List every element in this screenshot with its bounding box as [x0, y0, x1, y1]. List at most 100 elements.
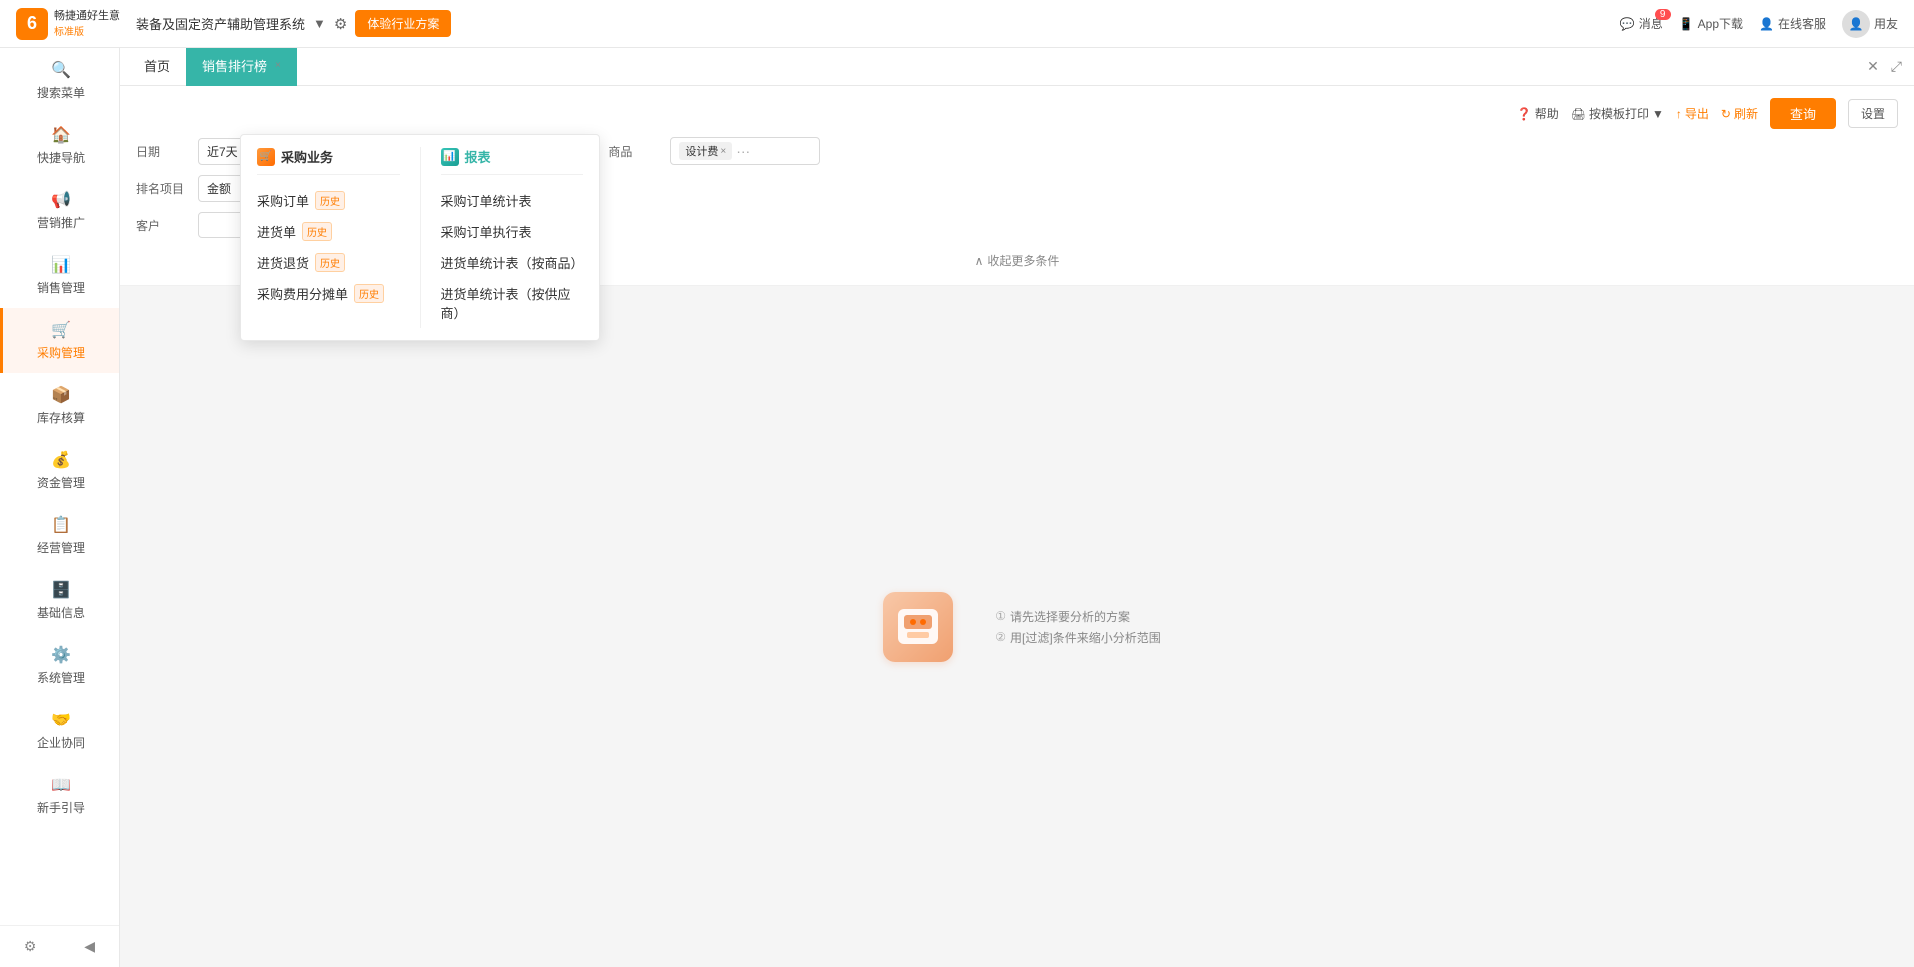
print-icon: 🖨: [1571, 107, 1586, 121]
sidebar-item-purchase[interactable]: 🛒 采购管理: [0, 308, 119, 373]
query-button[interactable]: 查询: [1770, 98, 1836, 129]
service-icon: 👤: [1759, 17, 1774, 31]
sidebar-collapse-btn[interactable]: ◀: [84, 938, 95, 955]
rank-item-label: 排名项目: [136, 180, 186, 197]
sidebar-item-inventory[interactable]: 📦 库存核算: [0, 373, 119, 438]
sidebar-item-marketing[interactable]: 📢 营销推广: [0, 178, 119, 243]
purchase-order-label: 采购订单: [257, 191, 309, 210]
goods-receipt-history-tag: 历史: [302, 222, 332, 241]
logo-icon: 6: [16, 8, 48, 40]
app-icon: 📱: [1679, 17, 1694, 31]
empty-illustration: [873, 582, 963, 672]
empty-hint-1-text: 请先选择要分析的方案: [1010, 608, 1130, 625]
purchase-section-label: 采购业务: [281, 147, 333, 166]
empty-hint-2: ② 用[过滤]条件来缩小分析范围: [995, 629, 1160, 646]
sidebar-item-sales[interactable]: 📊 销售管理: [0, 243, 119, 308]
sidebar-item-inventory-label: 库存核算: [37, 409, 85, 426]
goods-return-item[interactable]: 进货退货 历史: [257, 247, 400, 278]
refresh-btn[interactable]: ↻ 刷新: [1721, 105, 1758, 122]
tab-restore-btn[interactable]: ⤢: [1887, 54, 1906, 79]
tab-sales-rank-label: 销售排行榜: [202, 56, 267, 75]
sidebar-item-marketing-label: 营销推广: [37, 214, 85, 231]
goods-stats-by-goods-label: 进货单统计表（按商品）: [441, 253, 584, 272]
report-section-label: 报表: [465, 147, 491, 166]
goods-tag-close-icon[interactable]: ×: [720, 146, 726, 157]
sidebar-menu: 🔍 搜索菜单 🏠 快捷导航 📢 营销推广 📊 销售管理 🛒 采购管理 📦: [0, 48, 119, 828]
settings-button[interactable]: 设置: [1848, 99, 1898, 128]
goods-dots-btn[interactable]: ···: [736, 143, 750, 159]
sidebar-item-guide[interactable]: 📖 新手引导: [0, 763, 119, 828]
sidebar-item-quick-label: 快捷导航: [37, 149, 85, 166]
sidebar-item-operation[interactable]: 📋 经营管理: [0, 503, 119, 568]
empty-hint-1: ① 请先选择要分析的方案: [995, 608, 1130, 625]
purchase-order-stats-item[interactable]: 采购订单统计表: [441, 185, 584, 216]
purchase-cost-item[interactable]: 采购费用分摊单 历史: [257, 278, 400, 309]
popup-inner: 🛒 采购业务 采购订单 历史 进货单 历史 进货退货 历史: [241, 147, 599, 328]
print-btn[interactable]: 🖨 按模板打印 ▼: [1571, 105, 1664, 122]
purchase-order-item[interactable]: 采购订单 历史: [257, 185, 400, 216]
goods-stats-by-supplier-item[interactable]: 进货单统计表（按供应商）: [441, 278, 584, 328]
user-menu-btn[interactable]: 👤 用友: [1842, 10, 1898, 38]
purchase-order-history-tag: 历史: [315, 191, 345, 210]
tab-controls: ✕ ⤢: [1863, 54, 1906, 79]
refresh-icon: ↻: [1721, 107, 1731, 121]
goods-receipt-item[interactable]: 进货单 历史: [257, 216, 400, 247]
tab-home[interactable]: 首页: [128, 48, 186, 86]
system-dropdown-btn[interactable]: ▼: [313, 16, 326, 31]
header-right: 💬 消息 9 📱 App下载 👤 在线客服 👤 用友: [1620, 10, 1898, 38]
purchase-section-title: 🛒 采购业务: [257, 147, 400, 175]
report-section-icon: 📊: [441, 148, 459, 166]
goods-return-label: 进货退货: [257, 253, 309, 272]
inventory-icon: 📦: [51, 385, 71, 405]
basic-icon: 🗄️: [51, 580, 71, 600]
help-label: 帮助: [1535, 105, 1559, 122]
purchase-order-exec-item[interactable]: 采购订单执行表: [441, 216, 584, 247]
sidebar-item-system[interactable]: ⚙️ 系统管理: [0, 633, 119, 698]
user-avatar: 👤: [1842, 10, 1870, 38]
tab-close-icon[interactable]: ×: [275, 60, 281, 71]
date-preset-7[interactable]: 近7天: [207, 143, 238, 160]
home-icon: 🏠: [51, 125, 71, 145]
marketing-icon: 📢: [51, 190, 71, 210]
sidebar-item-enterprise[interactable]: 🤝 企业协同: [0, 698, 119, 763]
finance-icon: 💰: [51, 450, 71, 470]
purchase-section-icon: 🛒: [257, 148, 275, 166]
goods-stats-by-goods-item[interactable]: 进货单统计表（按商品）: [441, 247, 584, 278]
gear-icon[interactable]: ⚙: [334, 15, 347, 33]
sales-icon: 📊: [51, 255, 71, 275]
print-label: 按模板打印: [1589, 105, 1649, 122]
goods-tag: 设计费 ×: [679, 142, 732, 160]
message-btn[interactable]: 💬 消息 9: [1620, 15, 1663, 32]
app-download-btn[interactable]: 📱 App下载: [1679, 15, 1743, 32]
app-download-label: App下载: [1698, 15, 1743, 32]
sidebar-settings-btn[interactable]: ⚙: [24, 938, 37, 955]
sidebar-item-basic[interactable]: 🗄️ 基础信息: [0, 568, 119, 633]
sidebar-item-search[interactable]: 🔍 搜索菜单: [0, 48, 119, 113]
sidebar-item-quick[interactable]: 🏠 快捷导航: [0, 113, 119, 178]
tab-sales-rank[interactable]: 销售排行榜 ×: [186, 48, 297, 86]
sidebar-item-finance[interactable]: 💰 资金管理: [0, 438, 119, 503]
top-header: 6 畅捷通好生意 标准版 装备及固定资产辅助管理系统 ▼ ⚙ 体验行业方案 💬 …: [0, 0, 1914, 48]
user-label: 用友: [1874, 15, 1898, 32]
logo-area: 6 畅捷通好生意 标准版: [16, 8, 136, 40]
content-area: 首页 销售排行榜 × ✕ ⤢ ❓ 帮助 🖨 按模板打印: [120, 48, 1914, 967]
help-icon: ❓: [1517, 107, 1532, 121]
export-label: 导出: [1685, 105, 1709, 122]
enterprise-icon: 🤝: [51, 710, 71, 730]
main-layout: 🔍 搜索菜单 🏠 快捷导航 📢 营销推广 📊 销售管理 🛒 采购管理 📦: [0, 48, 1914, 967]
goods-selector[interactable]: 设计费 × ···: [670, 137, 820, 165]
online-service-btn[interactable]: 👤 在线客服: [1759, 15, 1826, 32]
export-btn[interactable]: ↑ 导出: [1676, 105, 1709, 122]
sidebar-item-enterprise-label: 企业协同: [37, 734, 85, 751]
report-section: 📊 报表 采购订单统计表 采购订单执行表 进货单统计表（按商品） 进货单统计表（…: [425, 147, 600, 328]
collapse-label: 收起更多条件: [987, 252, 1059, 269]
industry-button[interactable]: 体验行业方案: [355, 10, 451, 37]
sidebar-item-search-label: 搜索菜单: [37, 84, 85, 101]
print-dropdown-icon[interactable]: ▼: [1652, 107, 1664, 121]
report-section-title: 📊 报表: [441, 147, 584, 175]
message-badge: 9: [1655, 9, 1671, 20]
goods-receipt-label: 进货单: [257, 222, 296, 241]
tab-close-all-btn[interactable]: ✕: [1863, 54, 1883, 79]
system-icon: ⚙️: [51, 645, 71, 665]
help-btn[interactable]: ❓ 帮助: [1517, 105, 1559, 122]
